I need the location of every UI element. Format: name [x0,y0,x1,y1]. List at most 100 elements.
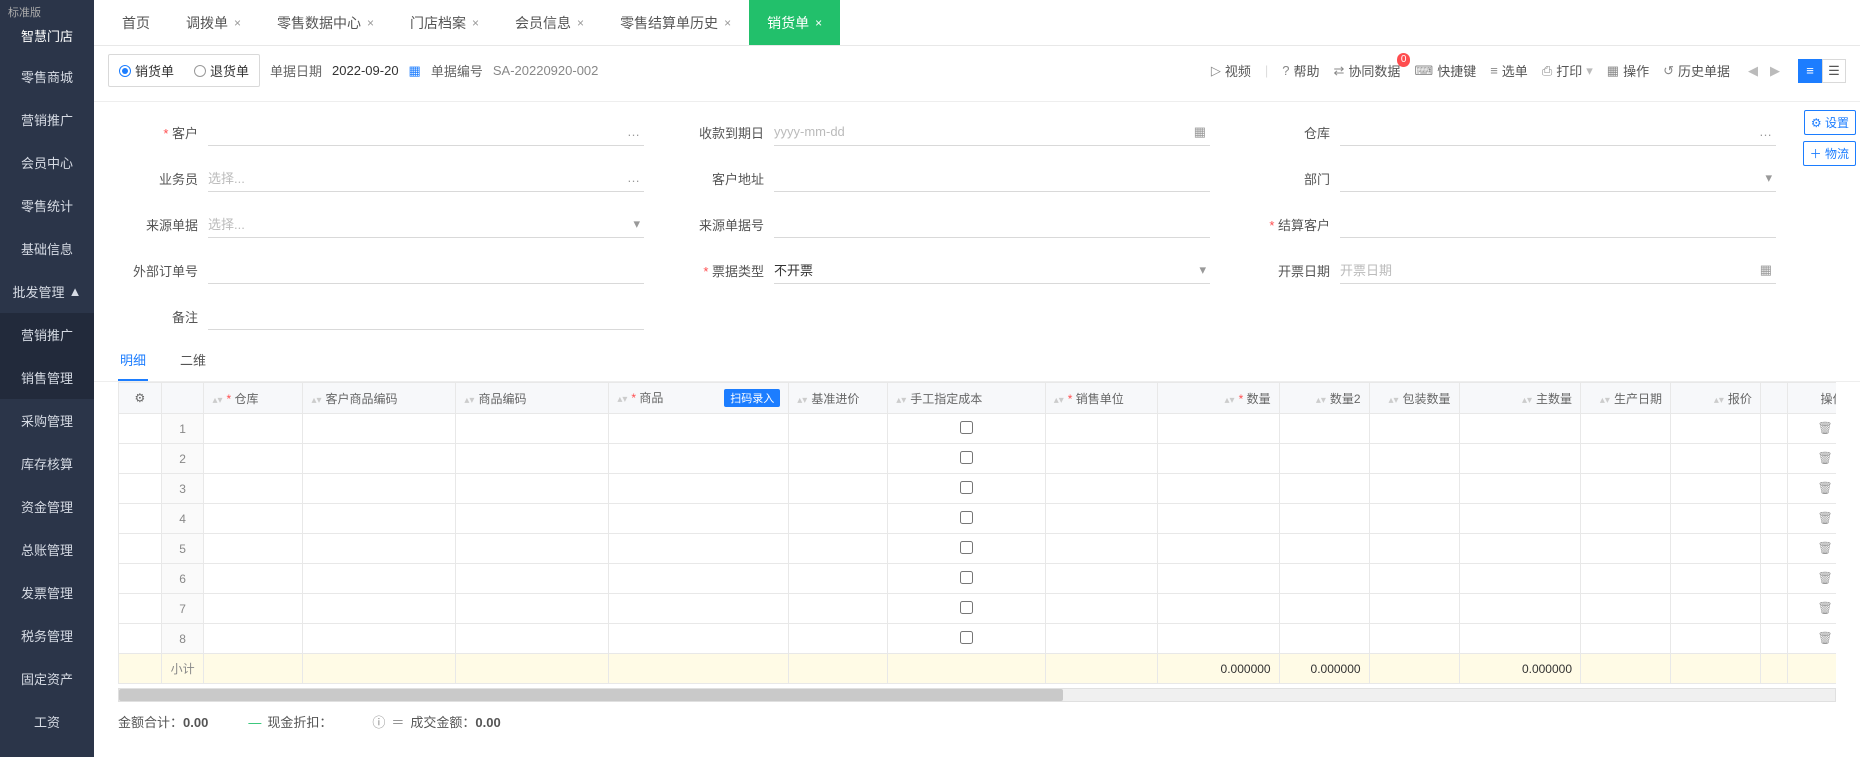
manual-cost-checkbox[interactable] [960,421,973,434]
cell-product[interactable] [609,624,789,654]
cell-main-qty[interactable] [1459,444,1580,474]
sort-icon[interactable]: ▴▾ [1054,398,1064,404]
cell-prod-code[interactable] [456,474,609,504]
sidebar-sub-sales[interactable]: 销售管理 [0,356,94,399]
view-list-icon[interactable]: ≡ [1798,59,1822,83]
cell-cust-code[interactable] [303,624,456,654]
tab-retail-data[interactable]: 零售数据中心× [259,0,392,45]
cell-quote[interactable] [1670,624,1760,654]
calendar-icon[interactable]: ▦ [409,63,421,79]
sort-icon[interactable]: ▴▾ [212,398,222,404]
sort-icon[interactable]: ▴▾ [1225,398,1235,404]
cell-product[interactable] [609,414,789,444]
toolbar-video[interactable]: ▷视频 [1211,61,1251,80]
cell-qty2[interactable] [1279,624,1369,654]
sidebar-item-retail-stats[interactable]: 零售统计 [0,184,94,227]
cell-prod-code[interactable] [456,594,609,624]
manual-cost-checkbox[interactable] [960,481,973,494]
sort-icon[interactable]: ▴▾ [1714,398,1724,404]
sort-icon[interactable]: ▴▾ [797,398,807,404]
cell-qty[interactable] [1158,474,1279,504]
cell-pkg-qty[interactable] [1369,444,1459,474]
th-product[interactable]: ▴▾商品扫码录入 [609,383,789,414]
cell-qty[interactable] [1158,414,1279,444]
cell-pkg-qty[interactable] [1369,594,1459,624]
logistics-button[interactable]: ＋ 物流 [1803,141,1856,166]
tab-home[interactable]: 首页 [104,0,168,45]
toolbar-history[interactable]: ↺历史单据 [1663,61,1730,80]
chevron-down-icon[interactable]: ▾ [629,216,644,232]
cell-product[interactable] [609,564,789,594]
cell-product[interactable] [609,504,789,534]
tab-member-info[interactable]: 会员信息× [497,0,602,45]
th-qty[interactable]: ▴▾数量 [1158,383,1279,414]
cell-prod-code[interactable] [456,504,609,534]
cell-product[interactable] [609,534,789,564]
cell-warehouse[interactable] [204,534,303,564]
cell-pkg-qty[interactable] [1369,624,1459,654]
th-cust-code[interactable]: ▴▾客户商品编码 [303,383,456,414]
cell-unit[interactable] [1045,624,1157,654]
manual-cost-checkbox[interactable] [960,451,973,464]
cell-warehouse[interactable] [204,474,303,504]
cell-manual-cost[interactable] [888,624,1045,654]
chevron-down-icon[interactable]: ▾ [1761,170,1776,186]
sidebar-item-salary[interactable]: 工资 [0,700,94,743]
tab-settle-history[interactable]: 零售结算单历史× [602,0,749,45]
cell-prod-code[interactable] [456,534,609,564]
cell-qty[interactable] [1158,534,1279,564]
cell-pkg-qty[interactable] [1369,474,1459,504]
horizontal-scrollbar[interactable] [118,688,1836,702]
cell-manual-cost[interactable] [888,504,1045,534]
input-customer[interactable]: … [208,118,644,146]
sort-icon[interactable]: ▴▾ [617,397,627,403]
calendar-icon[interactable]: ▦ [1190,124,1210,140]
detail-tab-dim[interactable]: 二维 [178,340,208,381]
cell-base-price[interactable] [789,624,888,654]
cell-warehouse[interactable] [204,594,303,624]
th-pkg-qty[interactable]: ▴▾包装数量 [1369,383,1459,414]
table-row[interactable]: 1🗑⧉ [119,414,1837,444]
radio-return[interactable]: 退货单 [184,55,259,86]
manual-cost-checkbox[interactable] [960,571,973,584]
input-settle-cust[interactable] [1340,210,1776,238]
cell-qty[interactable] [1158,444,1279,474]
input-invoice-date[interactable]: 开票日期▦ [1340,256,1776,284]
cell-main-qty[interactable] [1459,594,1580,624]
toolbar-shortcut[interactable]: ⌨快捷键 [1414,61,1476,80]
delete-row-icon[interactable]: 🗑 [1818,451,1833,465]
cell-unit[interactable] [1045,564,1157,594]
sidebar-item-purchase[interactable]: 采购管理 [0,399,94,442]
cell-cust-code[interactable] [303,504,456,534]
cell-warehouse[interactable] [204,504,303,534]
toolbar-print[interactable]: ⎙打印▾ [1542,61,1593,80]
sidebar-item-funds[interactable]: 资金管理 [0,485,94,528]
cell-warehouse[interactable] [204,624,303,654]
th-qty2[interactable]: ▴▾数量2 [1279,383,1369,414]
input-src-doc-no[interactable] [774,210,1210,238]
cell-pkg-qty[interactable] [1369,564,1459,594]
toolbar-select[interactable]: ≡选单 [1490,61,1528,80]
cell-quote[interactable] [1670,594,1760,624]
th-main-qty[interactable]: ▴▾主数量 [1459,383,1580,414]
cell-manual-cost[interactable] [888,414,1045,444]
ellipsis-icon[interactable]: … [623,124,644,139]
th-prod-code[interactable]: ▴▾商品编码 [456,383,609,414]
th-prod-date[interactable]: ▴▾生产日期 [1581,383,1671,414]
cell-pkg-qty[interactable] [1369,534,1459,564]
cell-cust-code[interactable] [303,444,456,474]
delete-row-icon[interactable]: 🗑 [1818,511,1833,525]
cell-prod-date[interactable] [1581,444,1671,474]
table-row[interactable]: 4🗑⧉ [119,504,1837,534]
cell-warehouse[interactable] [204,444,303,474]
tab-transfer[interactable]: 调拨单× [168,0,259,45]
cell-quote[interactable] [1670,564,1760,594]
delete-row-icon[interactable]: 🗑 [1818,631,1833,645]
cell-prod-date[interactable] [1581,624,1671,654]
sidebar-item-member-center[interactable]: 会员中心 [0,141,94,184]
cell-prod-date[interactable] [1581,414,1671,444]
close-icon[interactable]: × [472,16,479,30]
cell-qty[interactable] [1158,624,1279,654]
close-icon[interactable]: × [577,16,584,30]
cell-base-price[interactable] [789,444,888,474]
